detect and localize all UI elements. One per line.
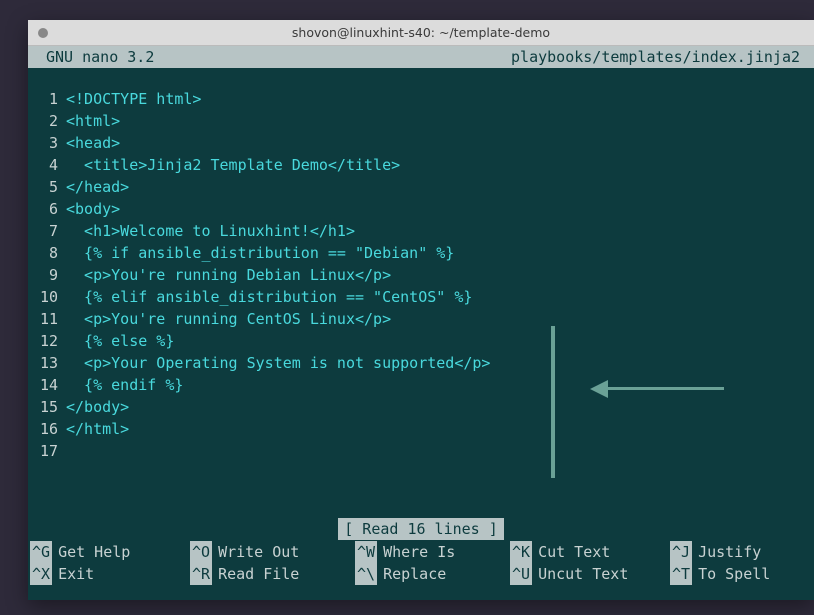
shortcut-label: Read File <box>212 563 299 585</box>
code-line[interactable]: 8 {% if ansible_distribution == "Debian"… <box>28 242 814 264</box>
code-text: <body> <box>66 198 120 220</box>
shortcut-item[interactable]: ^OWrite Out <box>188 541 353 563</box>
shortcut-item[interactable]: ^GGet Help <box>28 541 188 563</box>
line-number: 3 <box>28 132 66 154</box>
code-text: <title>Jinja2 Template Demo</title> <box>66 154 400 176</box>
nano-filename: playbooks/templates/index.jinja2 <box>511 46 814 68</box>
shortcut-label: Write Out <box>212 541 299 563</box>
shortcut-key: ^J <box>670 541 692 563</box>
code-text: <html> <box>66 110 120 132</box>
shortcut-bar: ^GGet Help^OWrite Out^WWhere Is^KCut Tex… <box>28 540 814 585</box>
code-text: <p>You're running Debian Linux</p> <box>66 264 391 286</box>
code-line[interactable]: 3<head> <box>28 132 814 154</box>
code-line[interactable]: 5</head> <box>28 176 814 198</box>
shortcut-label: To Spell <box>692 563 770 585</box>
line-number: 17 <box>28 440 66 462</box>
nano-app-name: GNU nano 3.2 <box>28 46 154 68</box>
line-number: 15 <box>28 396 66 418</box>
code-line[interactable]: 12 {% else %} <box>28 330 814 352</box>
code-text: <head> <box>66 132 120 154</box>
code-text: {% else %} <box>66 330 174 352</box>
window-title: shovon@linuxhint-s40: ~/template-demo <box>292 25 550 40</box>
code-text: <h1>Welcome to Linuxhint!</h1> <box>66 220 355 242</box>
code-line[interactable]: 1<!DOCTYPE html> <box>28 88 814 110</box>
line-number: 2 <box>28 110 66 132</box>
shortcut-label: Get Help <box>52 541 130 563</box>
shortcut-label: Where Is <box>377 541 455 563</box>
shortcut-label: Cut Text <box>532 541 610 563</box>
shortcut-item[interactable]: ^\Replace <box>353 563 508 585</box>
shortcut-item[interactable]: ^RRead File <box>188 563 353 585</box>
code-text: <!DOCTYPE html> <box>66 88 201 110</box>
shortcut-label: Exit <box>52 563 94 585</box>
code-line[interactable]: 15</body> <box>28 396 814 418</box>
shortcut-item[interactable]: ^WWhere Is <box>353 541 508 563</box>
code-text: </body> <box>66 396 129 418</box>
code-text: {% endif %} <box>66 374 183 396</box>
shortcut-key: ^G <box>30 541 52 563</box>
status-line: [ Read 16 lines ] <box>28 518 814 540</box>
line-number: 14 <box>28 374 66 396</box>
shortcut-key: ^\ <box>355 563 377 585</box>
shortcut-key: ^T <box>670 563 692 585</box>
editor-area[interactable]: 1<!DOCTYPE html>2<html>3<head>4 <title>J… <box>28 68 814 508</box>
code-line[interactable]: 11 <p>You're running CentOS Linux</p> <box>28 308 814 330</box>
line-number: 4 <box>28 154 66 176</box>
window-control-icon[interactable] <box>38 28 48 38</box>
code-line[interactable]: 13 <p>Your Operating System is not suppo… <box>28 352 814 374</box>
line-number: 10 <box>28 286 66 308</box>
shortcut-key: ^R <box>190 563 212 585</box>
code-line[interactable]: 9 <p>You're running Debian Linux</p> <box>28 264 814 286</box>
annotation-bracket <box>551 326 555 478</box>
shortcut-item[interactable]: ^JJustify <box>668 541 808 563</box>
line-number: 1 <box>28 88 66 110</box>
code-line[interactable]: 7 <h1>Welcome to Linuxhint!</h1> <box>28 220 814 242</box>
line-number: 12 <box>28 330 66 352</box>
code-line[interactable]: 10 {% elif ansible_distribution == "Cent… <box>28 286 814 308</box>
shortcut-key: ^X <box>30 563 52 585</box>
shortcut-key: ^U <box>510 563 532 585</box>
code-text: </html> <box>66 418 129 440</box>
code-text: <p>You're running CentOS Linux</p> <box>66 308 391 330</box>
line-number: 11 <box>28 308 66 330</box>
line-number: 7 <box>28 220 66 242</box>
terminal-window: shovon@linuxhint-s40: ~/template-demo GN… <box>28 20 814 600</box>
code-text: <p>Your Operating System is not supporte… <box>66 352 490 374</box>
line-number: 5 <box>28 176 66 198</box>
status-text: [ Read 16 lines ] <box>338 518 504 540</box>
code-line[interactable]: 4 <title>Jinja2 Template Demo</title> <box>28 154 814 176</box>
shortcut-item[interactable]: ^XExit <box>28 563 188 585</box>
shortcut-key: ^W <box>355 541 377 563</box>
shortcut-label: Uncut Text <box>532 563 628 585</box>
shortcut-label: Justify <box>692 541 761 563</box>
window-titlebar[interactable]: shovon@linuxhint-s40: ~/template-demo <box>28 20 814 46</box>
code-text: </head> <box>66 176 129 198</box>
line-number: 13 <box>28 352 66 374</box>
code-line[interactable]: 17 <box>28 440 814 462</box>
line-number: 16 <box>28 418 66 440</box>
code-line[interactable]: 16</html> <box>28 418 814 440</box>
line-number: 6 <box>28 198 66 220</box>
shortcut-key: ^K <box>510 541 532 563</box>
shortcut-item[interactable]: ^TTo Spell <box>668 563 808 585</box>
code-line[interactable]: 6<body> <box>28 198 814 220</box>
line-number: 9 <box>28 264 66 286</box>
code-line[interactable]: 2<html> <box>28 110 814 132</box>
code-text: {% elif ansible_distribution == "CentOS"… <box>66 286 472 308</box>
shortcut-label: Replace <box>377 563 446 585</box>
annotation-arrow-icon <box>590 378 725 398</box>
shortcut-key: ^O <box>190 541 212 563</box>
code-text: {% if ansible_distribution == "Debian" %… <box>66 242 454 264</box>
shortcut-item[interactable]: ^UUncut Text <box>508 563 668 585</box>
line-number: 8 <box>28 242 66 264</box>
nano-header: GNU nano 3.2 playbooks/templates/index.j… <box>28 46 814 68</box>
shortcut-item[interactable]: ^KCut Text <box>508 541 668 563</box>
